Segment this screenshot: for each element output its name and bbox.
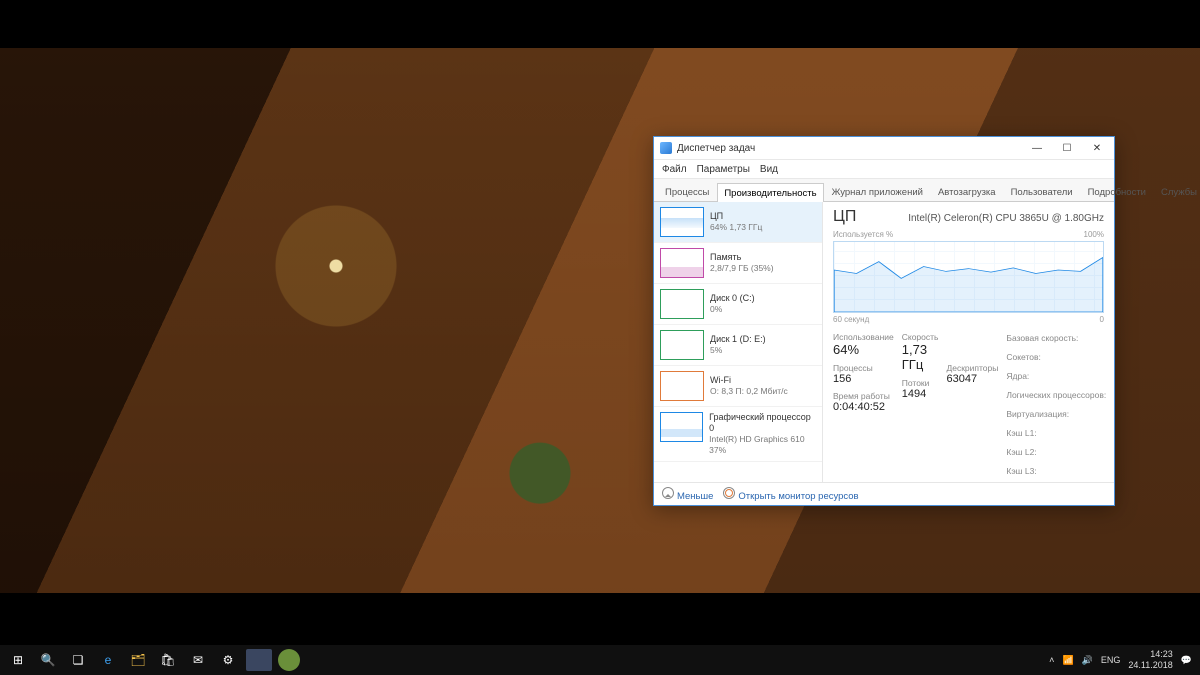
cpu-chart-line — [834, 242, 1103, 312]
tab-processes[interactable]: Процессы — [658, 182, 716, 201]
performance-sidebar: ЦП64% 1,73 ГГц Память2,8/7,9 ГБ (35%) Ди… — [654, 202, 823, 482]
cpu-sockets: Сокетов: — [1006, 351, 1106, 364]
app-icon-2[interactable] — [278, 649, 300, 671]
close-button[interactable]: ✕ — [1082, 138, 1112, 158]
desktop: Диспетчер задач ― ☐ ✕ Файл Параметры Вид… — [0, 0, 1200, 675]
tab-details[interactable]: Подробности — [1081, 182, 1153, 201]
search-icon[interactable]: 🔍 — [36, 648, 60, 672]
mini-chart-gpu — [660, 412, 703, 442]
task-manager-window[interactable]: Диспетчер задач ― ☐ ✕ Файл Параметры Вид… — [653, 136, 1115, 506]
mail-icon[interactable]: ✉ — [186, 648, 210, 672]
sidebar-item-disk1[interactable]: Диск 1 (D: E:)5% — [654, 325, 822, 366]
titlebar[interactable]: Диспетчер задач ― ☐ ✕ — [654, 137, 1114, 160]
main-heading: ЦП — [833, 208, 856, 226]
chart-ylabel: Используется % — [833, 230, 893, 239]
cpu-l3: Кэш L3: — [1006, 465, 1106, 478]
tab-app-history[interactable]: Журнал приложений — [825, 182, 930, 201]
notification-icon[interactable]: 💬 — [1181, 655, 1192, 666]
stat-utilization: 64% — [833, 342, 894, 357]
menu-file[interactable]: Файл — [662, 164, 687, 175]
minimize-button[interactable]: ― — [1022, 138, 1052, 158]
tray-clock[interactable]: 14:23 24.11.2018 — [1128, 649, 1172, 671]
cpu-l2: Кэш L2: — [1006, 446, 1106, 459]
fewer-details-link[interactable]: Меньше — [662, 487, 713, 502]
settings-icon[interactable]: ⚙ — [216, 648, 240, 672]
stat-uptime: 0:04:40:52 — [833, 401, 894, 413]
chart-ymax: 100% — [1084, 230, 1104, 239]
cpu-usage-chart[interactable] — [833, 241, 1104, 313]
tray-volume-icon[interactable]: 🔊 — [1082, 655, 1093, 666]
tab-users[interactable]: Пользователи — [1004, 182, 1080, 201]
cpu-logical: Логических процессоров: — [1006, 389, 1106, 402]
tray-network-icon[interactable]: 📶 — [1062, 655, 1073, 666]
stat-processes: 156 — [833, 373, 894, 385]
sidebar-item-cpu[interactable]: ЦП64% 1,73 ГГц — [654, 202, 822, 243]
store-icon[interactable]: 🛍 — [156, 648, 180, 672]
cpu-l1: Кэш L1: — [1006, 427, 1106, 440]
sidebar-item-memory[interactable]: Память2,8/7,9 ГБ (35%) — [654, 243, 822, 284]
performance-main: ЦП Intel(R) Celeron(R) CPU 3865U @ 1.80G… — [823, 202, 1114, 482]
tab-startup[interactable]: Автозагрузка — [931, 182, 1003, 201]
taskmgr-icon — [660, 142, 672, 154]
maximize-button[interactable]: ☐ — [1052, 138, 1082, 158]
edge-icon[interactable]: e — [96, 648, 120, 672]
cpu-virtualization: Виртуализация: — [1006, 408, 1106, 421]
open-resmon-link[interactable]: Открыть монитор ресурсов — [723, 487, 858, 502]
app-icon-1[interactable] — [246, 649, 272, 671]
stat-threads: 1494 — [902, 388, 939, 400]
stat-handles: 63047 — [946, 373, 998, 385]
tab-performance[interactable]: Производительность — [717, 183, 823, 202]
tray-lang[interactable]: ENG — [1101, 655, 1121, 665]
chart-xend: 0 — [1100, 315, 1104, 324]
tab-services[interactable]: Службы — [1154, 182, 1200, 201]
mini-chart-disk0 — [660, 289, 704, 319]
cpu-cores: Ядра: — [1006, 370, 1106, 383]
tray-up-icon[interactable]: ˄ — [1049, 655, 1054, 665]
sidebar-item-disk0[interactable]: Диск 0 (C:)0% — [654, 284, 822, 325]
taskmgr-footer: Меньше Открыть монитор ресурсов — [654, 482, 1114, 505]
explorer-icon[interactable]: 🗂 — [126, 648, 150, 672]
sidebar-item-wifi[interactable]: Wi-FiО: 8,3 П: 0,2 Мбит/с — [654, 366, 822, 407]
window-title: Диспетчер задач — [677, 143, 1022, 154]
tabs: Процессы Производительность Журнал прило… — [654, 179, 1114, 202]
mini-chart-memory — [660, 248, 704, 278]
menubar: Файл Параметры Вид — [654, 160, 1114, 179]
stat-speed: 1,73 ГГц — [902, 342, 939, 372]
mini-chart-cpu — [660, 207, 704, 237]
task-view-icon[interactable]: ❏ — [66, 648, 90, 672]
menu-options[interactable]: Параметры — [697, 164, 750, 175]
chart-xlabel: 60 секунд — [833, 315, 869, 324]
cpu-base-speed: Базовая скорость: — [1006, 332, 1106, 345]
start-button[interactable]: ⊞ — [6, 648, 30, 672]
sidebar-item-gpu[interactable]: Графический процессор 0Intel(R) HD Graph… — [654, 407, 822, 462]
mini-chart-wifi — [660, 371, 704, 401]
mini-chart-disk1 — [660, 330, 704, 360]
cpu-model: Intel(R) Celeron(R) CPU 3865U @ 1.80GHz — [908, 213, 1104, 224]
menu-view[interactable]: Вид — [760, 164, 778, 175]
taskbar[interactable]: ⊞ 🔍 ❏ e 🗂 🛍 ✉ ⚙ ˄ 📶 🔊 ENG 14:23 24.11.20… — [0, 645, 1200, 675]
